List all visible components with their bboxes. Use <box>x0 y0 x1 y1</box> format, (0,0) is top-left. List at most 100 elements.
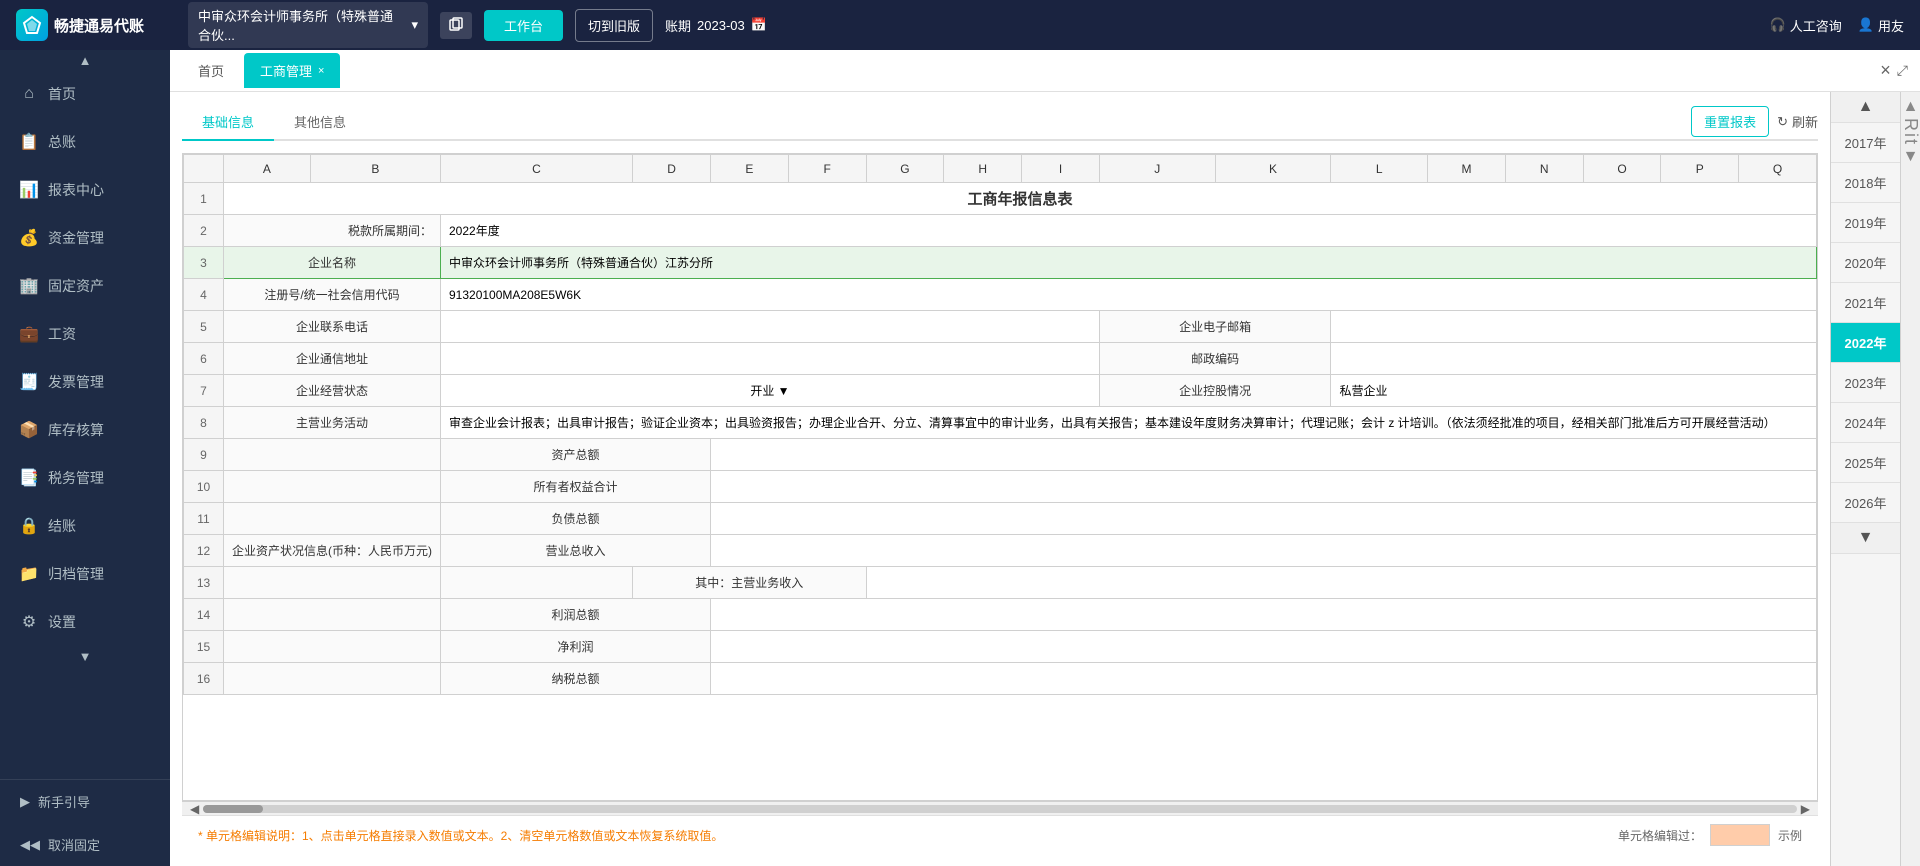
sidebar-item-archive[interactable]: 📁 归档管理 <box>0 550 170 598</box>
col-header-F: F <box>788 155 866 183</box>
table-container[interactable]: A B C D E F G H I J K L <box>182 153 1818 801</box>
content-area: 首页 工商管理 × × ⤢ 基础信息 <box>170 50 1920 866</box>
sidebar-item-invoice[interactable]: 🧾 发票管理 <box>0 358 170 406</box>
calendar-icon[interactable]: 📅 <box>751 17 767 33</box>
cell-11-value[interactable] <box>711 503 1817 535</box>
headphone-icon: 🎧 <box>1770 17 1786 33</box>
col-header-O: O <box>1583 155 1661 183</box>
maximize-window-button[interactable]: ⤢ <box>1897 60 1908 81</box>
invoice-icon: 🧾 <box>20 373 38 391</box>
year-2019[interactable]: 2019年 <box>1831 203 1900 243</box>
cell-5-email-label: 企业电子邮箱 <box>1099 311 1331 343</box>
cell-7-holding[interactable]: 私营企业 <box>1331 375 1817 407</box>
cell-4-value[interactable]: 91320100MA208E5W6K <box>441 279 1817 311</box>
cell-3-value[interactable]: 中审众环会计师事务所（特殊普通合伙）江苏分所 <box>441 247 1817 279</box>
cell-6-address[interactable] <box>441 343 1100 375</box>
year-2023[interactable]: 2023年 <box>1831 363 1900 403</box>
sidebar-item-new-guide[interactable]: ▶ 新手引导 <box>0 780 170 823</box>
h-scrollbar-thumb[interactable] <box>203 805 263 813</box>
row-num-9: 9 <box>184 439 224 471</box>
year-2018[interactable]: 2018年 <box>1831 163 1900 203</box>
cell-5-phone[interactable] <box>441 311 1100 343</box>
col-header-Q: Q <box>1739 155 1817 183</box>
header-right: 🎧 人工咨询 👤 用友 <box>1770 16 1904 35</box>
sidebar-scroll-up[interactable]: ▲ <box>0 50 170 70</box>
cell-13-indent <box>441 567 633 599</box>
col-header-J: J <box>1099 155 1215 183</box>
h-scroll-left-icon[interactable]: ◀ <box>186 802 203 816</box>
company-select[interactable]: 中审众环会计师事务所（特殊普通合伙... ▾ <box>188 2 428 48</box>
year-2026[interactable]: 2026年 <box>1831 483 1900 523</box>
row-num-11: 11 <box>184 503 224 535</box>
row-num-13: 13 <box>184 567 224 599</box>
cell-6-zip[interactable] <box>1331 343 1817 375</box>
hint-text: * 单元格编辑说明：1、点击单元格直接录入数值或文本。2、清空单元格数值或文本恢… <box>198 827 723 844</box>
table-row: 6 企业通信地址 邮政编码 <box>184 343 1817 375</box>
table-row: 16 纳税总额 <box>184 663 1817 695</box>
cell-10-value[interactable] <box>711 471 1817 503</box>
sidebar-item-pin[interactable]: ◀◀ 取消固定 <box>0 823 170 866</box>
col-header-C: C <box>441 155 633 183</box>
year-2025[interactable]: 2025年 <box>1831 443 1900 483</box>
sidebar-item-finance[interactable]: 💰 资金管理 <box>0 214 170 262</box>
tab-close-icon[interactable]: × <box>318 65 324 77</box>
tabs-bar: 首页 工商管理 × × ⤢ <box>170 50 1920 92</box>
h-scrollbar[interactable]: ◀ ▶ <box>182 801 1818 815</box>
tab-home[interactable]: 首页 <box>182 53 240 88</box>
sidebar-item-assets[interactable]: 🏢 固定资产 <box>0 262 170 310</box>
copy-btn[interactable] <box>440 12 472 39</box>
workbench-button[interactable]: 工作台 <box>484 10 563 41</box>
cell-5-label: 企业联系电话 <box>224 311 441 343</box>
cell-13-value[interactable] <box>866 567 1816 599</box>
old-version-button[interactable]: 切到旧版 <box>575 9 653 42</box>
user-button[interactable]: 👤 用友 <box>1858 16 1904 35</box>
rit-label: Rit <box>1900 118 1920 146</box>
tab-other-info[interactable]: 其他信息 <box>274 104 366 141</box>
tab-business[interactable]: 工商管理 × <box>244 53 340 88</box>
cell-15-group <box>224 631 441 663</box>
tab-basic-info[interactable]: 基础信息 <box>182 104 274 141</box>
finance-icon: 💰 <box>20 229 38 247</box>
cell-8-label: 主营业务活动 <box>224 407 441 439</box>
cell-16-value[interactable] <box>711 663 1817 695</box>
cell-14-value[interactable] <box>711 599 1817 631</box>
right-collapse-panel[interactable]: ▲ Rit ▼ <box>1900 92 1920 866</box>
service-button[interactable]: 🎧 人工咨询 <box>1770 16 1842 35</box>
sidebar-item-close[interactable]: 🔒 结账 <box>0 502 170 550</box>
table-title-cell[interactable]: 工商年报信息表 <box>224 183 1817 215</box>
cell-9-value[interactable] <box>711 439 1817 471</box>
sidebar-bottom: ▶ 新手引导 ◀◀ 取消固定 <box>0 779 170 866</box>
top-header: 畅捷通易代账 中审众环会计师事务所（特殊普通合伙... ▾ 工作台 切到旧版 账… <box>0 0 1920 50</box>
year-2022[interactable]: 2022年 <box>1831 323 1900 363</box>
sidebar-item-report[interactable]: 📊 报表中心 <box>0 166 170 214</box>
row-num-12: 12 <box>184 535 224 567</box>
sidebar-label-home: 首页 <box>48 84 76 104</box>
cell-2-value[interactable]: 2022年度 <box>441 215 1817 247</box>
sidebar-item-wages[interactable]: 💼 工资 <box>0 310 170 358</box>
collapse-down-icon[interactable]: ▼ <box>1901 146 1920 168</box>
sidebar-item-settings[interactable]: ⚙ 设置 <box>0 598 170 646</box>
year-nav-down[interactable]: ▼ <box>1831 523 1900 554</box>
year-2020[interactable]: 2020年 <box>1831 243 1900 283</box>
settings-icon: ⚙ <box>20 613 38 631</box>
collapse-up-icon[interactable]: ▲ <box>1901 96 1920 118</box>
sidebar-scroll-down[interactable]: ▼ <box>0 646 170 666</box>
cell-8-value[interactable]: 审查企业会计报表；出具审计报告；验证企业资本；出具验资报告；办理企业合开、分立、… <box>441 407 1817 439</box>
sidebar-item-inventory[interactable]: 📦 库存核算 <box>0 406 170 454</box>
year-nav-up[interactable]: ▲ <box>1831 92 1900 123</box>
refresh-button[interactable]: ↻ 刷新 <box>1777 112 1818 131</box>
year-2021[interactable]: 2021年 <box>1831 283 1900 323</box>
cell-7-status[interactable]: 开业 ▼ <box>441 375 1100 407</box>
sidebar-item-ledger[interactable]: 📋 总账 <box>0 118 170 166</box>
year-2024[interactable]: 2024年 <box>1831 403 1900 443</box>
year-2017[interactable]: 2017年 <box>1831 123 1900 163</box>
new-guide-icon: ▶ <box>20 794 30 810</box>
cell-5-email[interactable] <box>1331 311 1817 343</box>
h-scroll-right-icon[interactable]: ▶ <box>1797 802 1814 816</box>
close-window-button[interactable]: × <box>1880 60 1891 81</box>
reset-report-button[interactable]: 重置报表 <box>1691 106 1769 137</box>
sidebar-item-home[interactable]: ⌂ 首页 <box>0 70 170 118</box>
cell-15-value[interactable] <box>711 631 1817 663</box>
sidebar-item-tax[interactable]: 📑 税务管理 <box>0 454 170 502</box>
cell-12-value[interactable] <box>711 535 1817 567</box>
